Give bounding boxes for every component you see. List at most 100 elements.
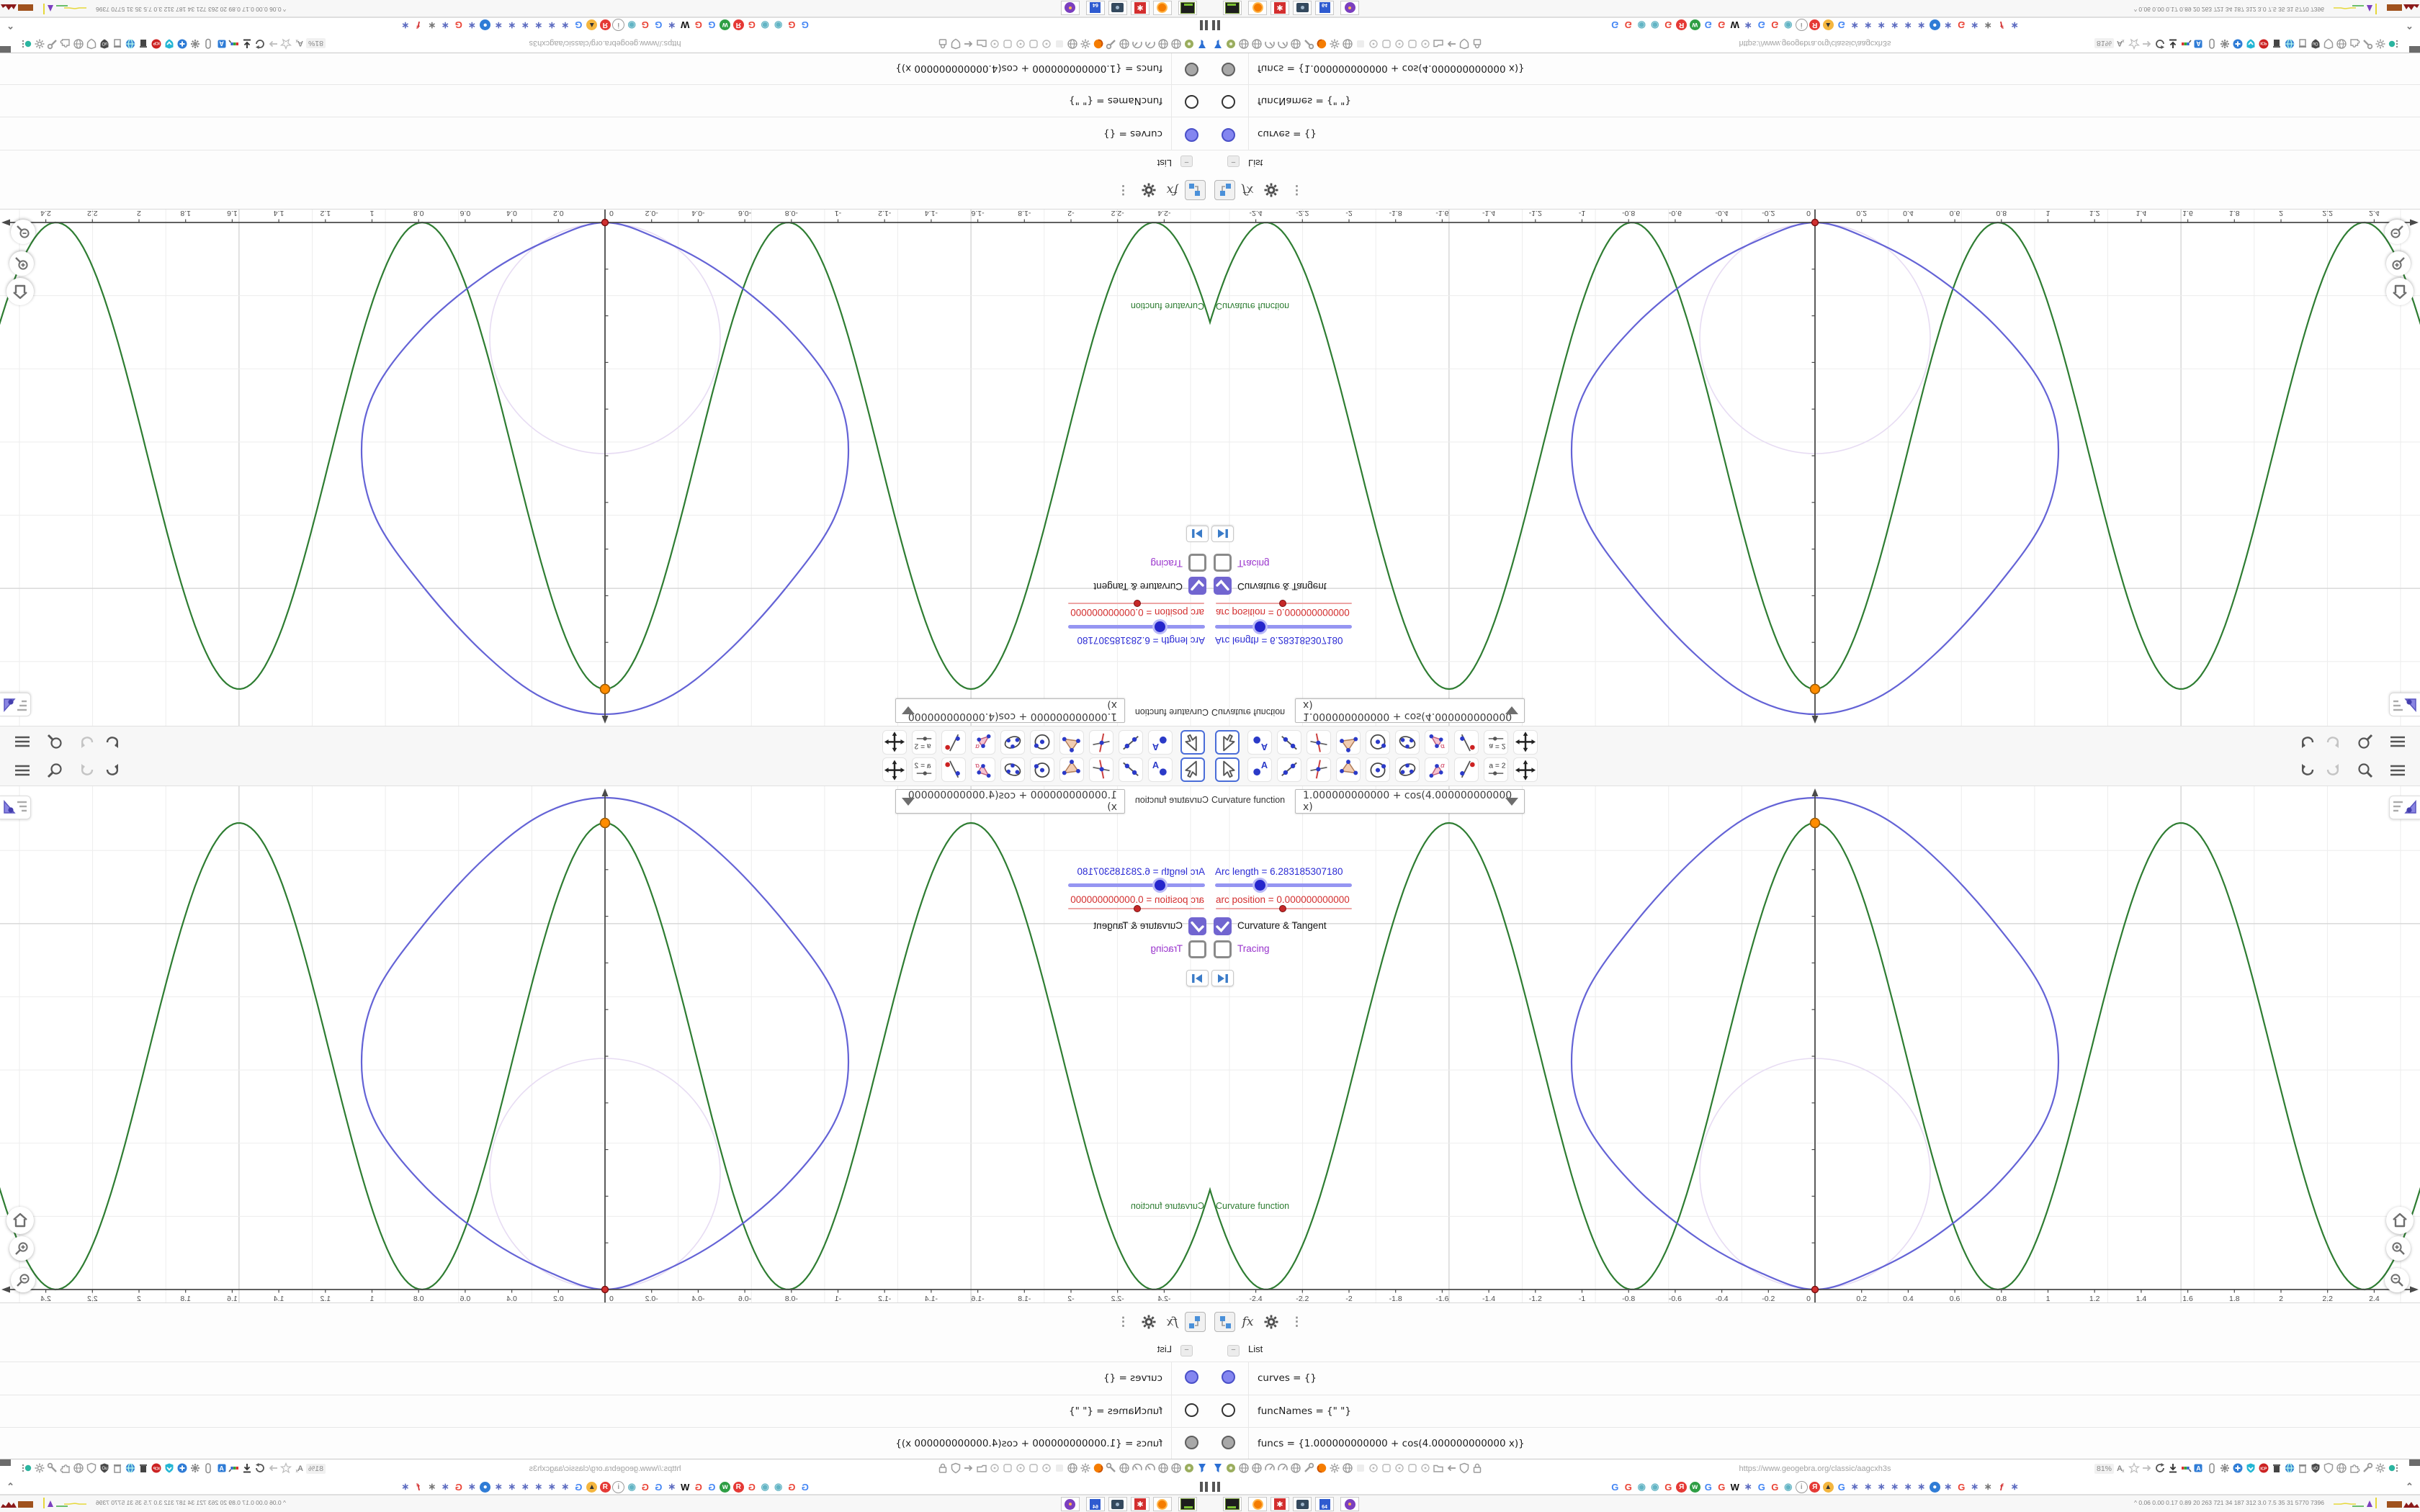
- target-dot-icon[interactable]: [1224, 1462, 1237, 1475]
- square-icon[interactable]: [1002, 1462, 1014, 1475]
- zoom-in-button[interactable]: [9, 1236, 34, 1261]
- visibility-toggle-funcs[interactable]: [1185, 1436, 1198, 1449]
- taskbar-app-display[interactable]: [1108, 1497, 1127, 1511]
- skip-to-end-button[interactable]: [1186, 970, 1209, 986]
- bookmark-favicon[interactable]: ∗: [1942, 19, 1955, 32]
- globe-icon[interactable]: [1119, 37, 1131, 50]
- bookmark-favicon[interactable]: G: [1622, 19, 1636, 32]
- trash-icon[interactable]: [138, 1462, 150, 1475]
- bookmark-favicon[interactable]: G: [639, 1480, 653, 1493]
- bookmark-favicon[interactable]: i: [1795, 1480, 1809, 1493]
- square-icon[interactable]: [1028, 37, 1040, 50]
- bookmark-favicon[interactable]: ∗: [506, 19, 519, 32]
- perpendicular-line-tool-button[interactable]: [1307, 757, 1331, 782]
- green-dot-icon[interactable]: [2387, 37, 2399, 50]
- badge-red-icon[interactable]: ICP: [151, 37, 163, 50]
- arrow-right-icon[interactable]: [267, 37, 279, 50]
- zoom-out-button[interactable]: [2385, 220, 2409, 244]
- bookmark-favicon[interactable]: ●: [1928, 19, 1942, 32]
- ellipse-tool-button[interactable]: [1395, 730, 1420, 755]
- visibility-toggle-curves[interactable]: [1185, 128, 1198, 142]
- graphics-stylebar-button[interactable]: [0, 693, 31, 716]
- arrow-right-icon[interactable]: [2141, 37, 2153, 50]
- radio-icon[interactable]: [1015, 37, 1027, 50]
- folder-icon[interactable]: [976, 37, 988, 50]
- green-dot-icon[interactable]: [21, 37, 33, 50]
- settings-button[interactable]: [1260, 180, 1281, 200]
- curvature-tangent-checkbox[interactable]: [1188, 577, 1206, 595]
- visibility-toggle-funcs[interactable]: [1222, 1436, 1235, 1449]
- bookmark-favicon[interactable]: f: [412, 1480, 426, 1493]
- perpendicular-line-tool-button[interactable]: [1307, 730, 1331, 755]
- radio-icon[interactable]: [1367, 1462, 1379, 1475]
- curvature-tangent-checkbox[interactable]: [1188, 917, 1206, 935]
- bookmark-favicon[interactable]: G: [652, 1480, 666, 1493]
- radio-icon[interactable]: [989, 1462, 1001, 1475]
- bookmark-favicon[interactable]: G: [452, 19, 466, 32]
- gear-icon[interactable]: [34, 1462, 46, 1475]
- square-icon[interactable]: [1380, 37, 1392, 50]
- gear-icon[interactable]: [1080, 37, 1092, 50]
- chevron-up-icon[interactable]: ⌃: [2406, 19, 2414, 31]
- bookmark-favicon[interactable]: G: [1715, 19, 1729, 32]
- globe-color-icon[interactable]: [125, 1462, 137, 1475]
- gauge-icon[interactable]: [1276, 37, 1289, 50]
- bookmark-favicon[interactable]: G: [1755, 19, 1769, 32]
- move-graphics-tool-button[interactable]: [1513, 757, 1538, 782]
- ublock-icon[interactable]: uO: [99, 37, 111, 50]
- point-tool-button[interactable]: A: [1148, 730, 1173, 755]
- graphics-stylebar-button[interactable]: [2389, 693, 2420, 716]
- gear-filled-icon[interactable]: [189, 37, 202, 50]
- move-tool-button[interactable]: [1180, 730, 1205, 755]
- shield-icon[interactable]: [950, 37, 962, 50]
- reload-icon[interactable]: [2154, 1462, 2166, 1475]
- taskbar-app-display[interactable]: [1293, 1497, 1312, 1511]
- taskbar-app-screenshot-tool[interactable]: [1223, 1497, 1242, 1511]
- visibility-toggle-curves[interactable]: [1222, 128, 1235, 142]
- taskbar-app-screenshot-tool[interactable]: [1178, 1, 1197, 15]
- arc-position-slider[interactable]: [1068, 600, 1204, 607]
- square-icon[interactable]: [1406, 37, 1418, 50]
- shield-icon[interactable]: [2322, 1462, 2334, 1475]
- undo-button[interactable]: [101, 760, 121, 780]
- bookmark-favicon[interactable]: i: [612, 19, 626, 32]
- move-graphics-tool-button[interactable]: [1513, 730, 1538, 755]
- fx-style-button[interactable]: fx: [1162, 1312, 1183, 1332]
- trash-outline-icon[interactable]: [2296, 37, 2308, 50]
- bookmark-favicon[interactable]: ∗: [492, 1480, 506, 1493]
- bookmark-favicon[interactable]: f: [412, 19, 426, 32]
- bookmark-favicon[interactable]: G: [785, 1480, 799, 1493]
- collapse-list-button[interactable]: −: [1227, 156, 1240, 167]
- polygon-tool-button[interactable]: [1336, 730, 1361, 755]
- arrow-right-icon[interactable]: [267, 1462, 279, 1475]
- radio-icon[interactable]: [1041, 1462, 1053, 1475]
- bookmark-favicon[interactable]: ◉: [1635, 1480, 1649, 1493]
- zoom-in-button[interactable]: [9, 251, 34, 276]
- bookmark-favicon[interactable]: Я: [732, 1480, 745, 1493]
- bookmark-favicon[interactable]: w: [719, 19, 732, 32]
- function-input[interactable]: 1.000000000000 + cos(4.000000000000 x): [895, 698, 1125, 723]
- radio-icon[interactable]: [1015, 1462, 1027, 1475]
- reflect-tool-button[interactable]: [941, 757, 966, 782]
- bookmark-favicon[interactable]: Я: [1809, 1480, 1822, 1493]
- bookmark-favicon[interactable]: ∗: [1942, 1480, 1955, 1493]
- settings-button[interactable]: [1139, 180, 1160, 200]
- bookmark-favicon[interactable]: ∗: [492, 19, 506, 32]
- redo-button[interactable]: [2321, 732, 2341, 752]
- globe-icon[interactable]: [1170, 37, 1183, 50]
- bookmark-favicon[interactable]: ∗: [545, 19, 559, 32]
- star-icon[interactable]: [2128, 1462, 2140, 1475]
- gauge-icon[interactable]: [1263, 37, 1276, 50]
- star-icon[interactable]: [280, 37, 292, 50]
- globe-icon[interactable]: [1250, 37, 1263, 50]
- green-dot-icon[interactable]: [2387, 1462, 2399, 1475]
- bookmark-favicon[interactable]: ∗: [2008, 19, 2022, 32]
- taskbar-app-firefox[interactable]: [1248, 1, 1267, 15]
- bookmark-favicon[interactable]: G: [639, 19, 653, 32]
- bookmark-favicon[interactable]: G: [1835, 19, 1849, 32]
- gear-filled-icon[interactable]: [189, 1462, 202, 1475]
- arc-position-slider[interactable]: [1216, 905, 1352, 912]
- home-button[interactable]: [2386, 278, 2414, 305]
- bookmark-favicon[interactable]: W: [678, 19, 692, 32]
- bookmark-favicon[interactable]: ●: [479, 1480, 493, 1493]
